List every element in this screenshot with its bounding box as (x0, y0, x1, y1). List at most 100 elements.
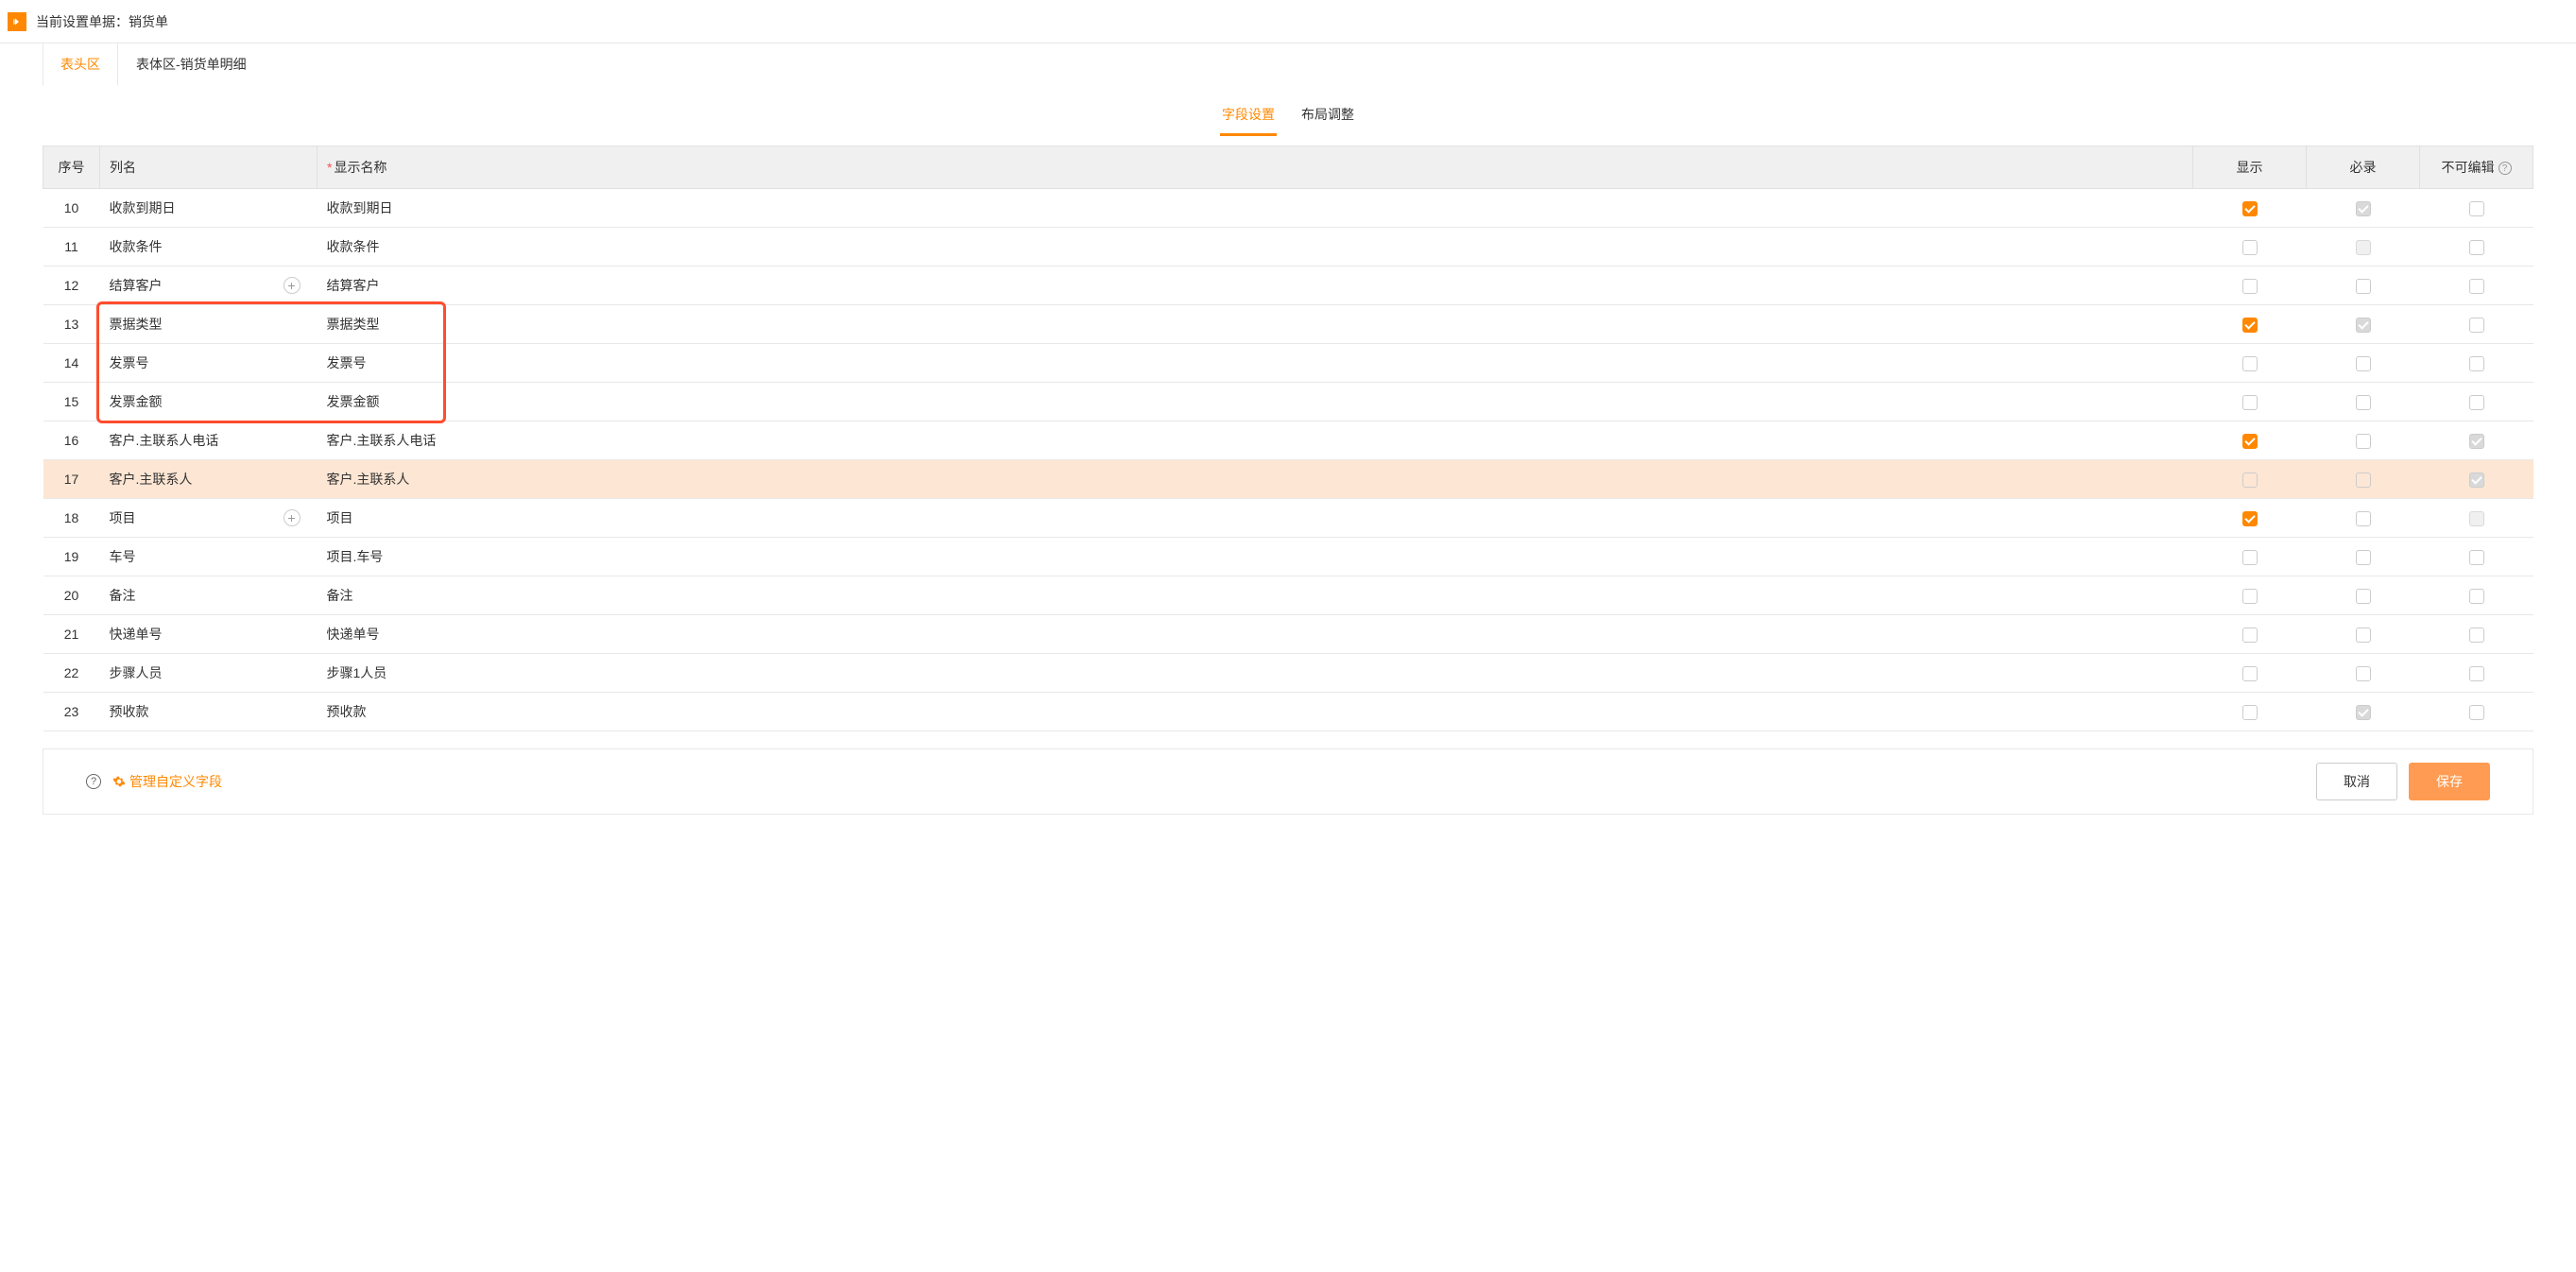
cell-name: 收款到期日 (100, 189, 318, 228)
required-star-icon: * (327, 160, 332, 175)
table-row: 17客户.主联系人客户.主联系人 (43, 460, 2533, 499)
header-show: 显示 (2193, 146, 2307, 189)
cell-display-name[interactable]: 步骤1人员 (318, 654, 2193, 693)
required-checkbox[interactable] (2356, 434, 2371, 449)
show-checkbox[interactable] (2242, 550, 2258, 565)
cell-display-name[interactable]: 结算客户 (318, 266, 2193, 305)
cell-display-name[interactable]: 快递单号 (318, 615, 2193, 654)
cell-show (2193, 266, 2307, 305)
add-sub-field-button[interactable]: + (283, 277, 301, 294)
required-checkbox (2356, 240, 2371, 255)
add-sub-field-button[interactable]: + (283, 509, 301, 526)
show-checkbox[interactable] (2242, 705, 2258, 720)
show-checkbox[interactable] (2242, 201, 2258, 216)
cell-required (2307, 576, 2420, 615)
tab-1[interactable]: 表体区-销货单明细 (118, 43, 265, 86)
cell-display-name[interactable]: 项目.车号 (318, 538, 2193, 576)
show-checkbox[interactable] (2242, 434, 2258, 449)
cell-seq: 19 (43, 538, 100, 576)
show-checkbox[interactable] (2242, 627, 2258, 643)
readonly-checkbox[interactable] (2469, 627, 2484, 643)
cell-seq: 15 (43, 383, 100, 421)
cell-readonly (2420, 344, 2533, 383)
manage-custom-fields-link[interactable]: 管理自定义字段 (112, 772, 222, 791)
readonly-checkbox[interactable] (2469, 318, 2484, 333)
cell-required (2307, 189, 2420, 228)
chevron-right-icon (11, 16, 23, 27)
cell-show (2193, 538, 2307, 576)
table-row: 16客户.主联系人电话客户.主联系人电话 (43, 421, 2533, 460)
help-icon[interactable]: ? (2499, 162, 2512, 175)
cell-name: 票据类型 (100, 305, 318, 344)
cell-seq: 17 (43, 460, 100, 499)
show-checkbox[interactable] (2242, 473, 2258, 488)
required-checkbox[interactable] (2356, 589, 2371, 604)
required-checkbox[interactable] (2356, 279, 2371, 294)
table-row: 10收款到期日收款到期日 (43, 189, 2533, 228)
show-checkbox[interactable] (2242, 511, 2258, 526)
readonly-checkbox[interactable] (2469, 279, 2484, 294)
sub-tab-1[interactable]: 布局调整 (1299, 97, 1356, 136)
required-checkbox[interactable] (2356, 666, 2371, 681)
required-checkbox[interactable] (2356, 511, 2371, 526)
show-checkbox[interactable] (2242, 395, 2258, 410)
show-checkbox[interactable] (2242, 240, 2258, 255)
cell-required (2307, 344, 2420, 383)
readonly-checkbox[interactable] (2469, 589, 2484, 604)
readonly-checkbox[interactable] (2469, 666, 2484, 681)
readonly-checkbox[interactable] (2469, 550, 2484, 565)
show-checkbox[interactable] (2242, 666, 2258, 681)
required-checkbox[interactable] (2356, 473, 2371, 488)
readonly-checkbox[interactable] (2469, 201, 2484, 216)
cell-required (2307, 693, 2420, 731)
cell-name: 预收款 (100, 693, 318, 731)
show-checkbox[interactable] (2242, 318, 2258, 333)
cell-show (2193, 189, 2307, 228)
cell-display-name[interactable]: 预收款 (318, 693, 2193, 731)
readonly-checkbox[interactable] (2469, 356, 2484, 371)
show-checkbox[interactable] (2242, 279, 2258, 294)
table-container: 序号 列名 *显示名称 显示 必录 不可编辑? 10收款到期日收款到期日11收款… (0, 136, 2576, 731)
table-row: 13票据类型票据类型 (43, 305, 2533, 344)
cell-display-name[interactable]: 客户.主联系人电话 (318, 421, 2193, 460)
cell-required (2307, 654, 2420, 693)
cell-readonly (2420, 693, 2533, 731)
cell-display-name[interactable]: 备注 (318, 576, 2193, 615)
required-checkbox (2356, 318, 2371, 333)
cell-display-name[interactable]: 票据类型 (318, 305, 2193, 344)
cell-display-name[interactable]: 收款到期日 (318, 189, 2193, 228)
readonly-checkbox[interactable] (2469, 395, 2484, 410)
required-checkbox (2356, 201, 2371, 216)
sub-tab-0[interactable]: 字段设置 (1220, 97, 1277, 136)
expand-panel-button[interactable] (8, 12, 26, 31)
footer-left: ? 管理自定义字段 (86, 772, 222, 791)
cell-seq: 21 (43, 615, 100, 654)
required-checkbox[interactable] (2356, 395, 2371, 410)
cell-readonly (2420, 189, 2533, 228)
readonly-checkbox[interactable] (2469, 705, 2484, 720)
cell-seq: 11 (43, 228, 100, 266)
cell-show (2193, 421, 2307, 460)
show-checkbox[interactable] (2242, 589, 2258, 604)
show-checkbox[interactable] (2242, 356, 2258, 371)
required-checkbox[interactable] (2356, 550, 2371, 565)
table-row: 14发票号发票号 (43, 344, 2533, 383)
cell-name: 客户.主联系人电话 (100, 421, 318, 460)
cancel-button[interactable]: 取消 (2316, 763, 2397, 800)
header-name: 列名 (100, 146, 318, 189)
cell-name: 车号 (100, 538, 318, 576)
required-checkbox[interactable] (2356, 627, 2371, 643)
readonly-checkbox[interactable] (2469, 240, 2484, 255)
cell-show (2193, 576, 2307, 615)
tab-0[interactable]: 表头区 (43, 43, 118, 86)
question-icon[interactable]: ? (86, 774, 101, 789)
save-button[interactable]: 保存 (2409, 763, 2490, 800)
cell-display-name[interactable]: 发票金额 (318, 383, 2193, 421)
cell-display-name[interactable]: 发票号 (318, 344, 2193, 383)
header-seq: 序号 (43, 146, 100, 189)
cell-display-name[interactable]: 客户.主联系人 (318, 460, 2193, 499)
cell-display-name[interactable]: 收款条件 (318, 228, 2193, 266)
cell-display-name[interactable]: 项目 (318, 499, 2193, 538)
required-checkbox[interactable] (2356, 356, 2371, 371)
cell-show (2193, 460, 2307, 499)
